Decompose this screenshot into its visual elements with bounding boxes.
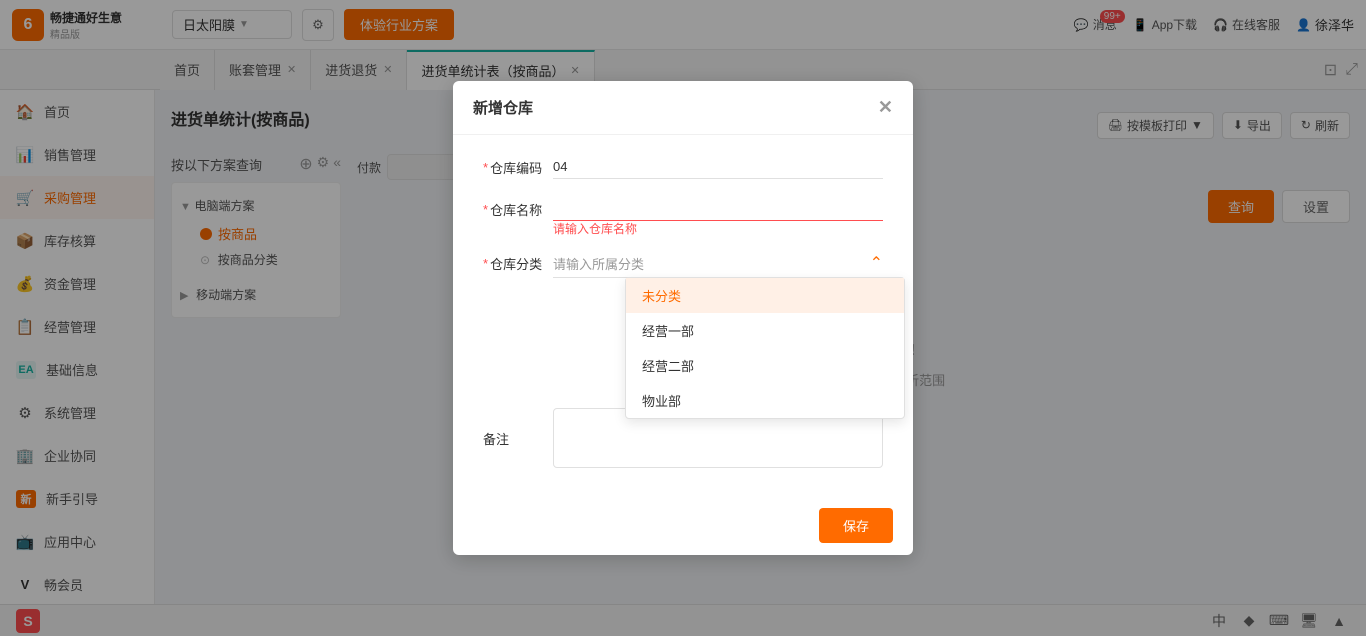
name-label: * 仓库名称 bbox=[483, 200, 553, 219]
save-button[interactable]: 保存 bbox=[819, 508, 893, 543]
dropdown-item-dept3[interactable]: 物业部 bbox=[626, 383, 904, 418]
modal-footer: 保存 bbox=[453, 496, 913, 555]
name-error-message: 请输入仓库名称 bbox=[553, 220, 637, 237]
dropdown-item-dept2[interactable]: 经营二部 bbox=[626, 348, 904, 383]
category-select[interactable]: 请输入所属分类 ⌃ bbox=[553, 249, 883, 278]
name-field-row: * 仓库名称 请输入仓库名称 bbox=[483, 197, 883, 221]
category-field-row: * 仓库分类 请输入所属分类 ⌃ 未分类 经营一部 经营二部 物业部 bbox=[483, 249, 883, 278]
dropdown-item-dept1[interactable]: 经营一部 bbox=[626, 313, 904, 348]
name-input[interactable] bbox=[553, 197, 883, 221]
modal-close-button[interactable]: ✕ bbox=[878, 97, 893, 118]
modal-header: 新增仓库 ✕ bbox=[453, 81, 913, 135]
modal-title: 新增仓库 bbox=[473, 97, 533, 118]
category-dropdown: 未分类 经营一部 经营二部 物业部 bbox=[625, 277, 905, 419]
code-label: * 仓库编码 bbox=[483, 158, 553, 177]
modal-body: * 仓库编码 * 仓库名称 请输入仓库名称 * bbox=[453, 135, 913, 496]
category-chevron-icon: ⌃ bbox=[870, 253, 883, 273]
modal-overlay: 新增仓库 ✕ * 仓库编码 * 仓库名称 请输入仓库名称 bbox=[0, 0, 1366, 636]
add-warehouse-modal: 新增仓库 ✕ * 仓库编码 * 仓库名称 请输入仓库名称 bbox=[453, 81, 913, 555]
category-label: * 仓库分类 bbox=[483, 254, 553, 273]
code-input[interactable] bbox=[553, 155, 883, 179]
dropdown-item-uncategorized[interactable]: 未分类 bbox=[626, 278, 904, 313]
code-field-row: * 仓库编码 bbox=[483, 155, 883, 179]
remark-label: 备注 bbox=[483, 429, 553, 448]
